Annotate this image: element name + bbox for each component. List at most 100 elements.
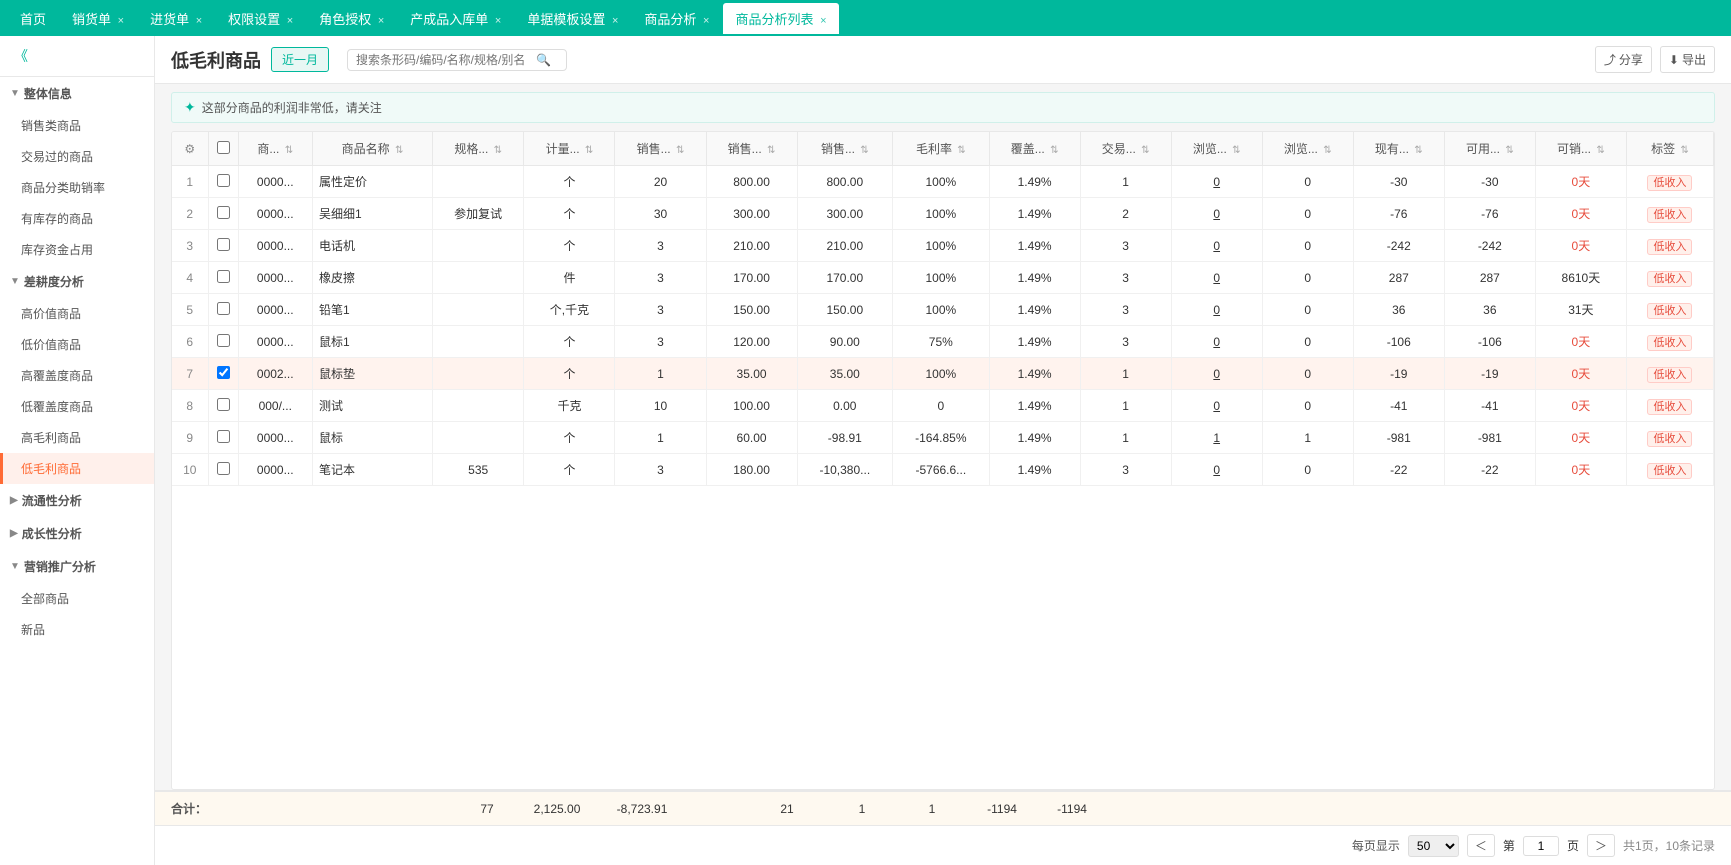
row-checkbox[interactable] <box>217 430 230 443</box>
export-btn[interactable]: ⬇ 导出 <box>1660 46 1715 73</box>
cell-checkbox[interactable] <box>208 358 238 390</box>
nav-role-auth[interactable]: 角色授权 × <box>307 3 396 34</box>
nav-permission-settings[interactable]: 权限设置 × <box>216 3 305 34</box>
col-views2[interactable]: 浏览... ⇅ <box>1262 132 1353 166</box>
sidebar-group-growth[interactable]: ▶ 成长性分析 <box>0 517 154 550</box>
nav-home[interactable]: 首页 <box>8 3 58 34</box>
sidebar-item-category-rate[interactable]: 商品分类助销率 <box>0 172 154 203</box>
nav-sales-order[interactable]: 销货单 × <box>60 3 136 34</box>
views-link[interactable]: 0 <box>1213 207 1220 221</box>
col-sale-amt[interactable]: 销售... ⇅ <box>706 132 797 166</box>
close-icon[interactable]: × <box>378 15 384 27</box>
sidebar-item-in-stock[interactable]: 有库存的商品 <box>0 203 154 234</box>
col-gross-rate[interactable]: 毛利率 ⇅ <box>893 132 990 166</box>
views-link[interactable]: 0 <box>1213 175 1220 189</box>
sidebar-item-all-products[interactable]: 全部商品 <box>0 583 154 614</box>
views-link[interactable]: 0 <box>1213 399 1220 413</box>
col-coverage[interactable]: 覆盖... ⇅ <box>989 132 1080 166</box>
col-sale-qty[interactable]: 销售... ⇅ <box>615 132 706 166</box>
sidebar-group-value-analysis[interactable]: ▼ 差耕度分析 <box>0 265 154 298</box>
col-settings[interactable]: ⚙ <box>172 132 208 166</box>
close-icon[interactable]: × <box>118 15 124 27</box>
cell-checkbox[interactable] <box>208 198 238 230</box>
col-sale-profit[interactable]: 销售... ⇅ <box>797 132 893 166</box>
col-views1[interactable]: 浏览... ⇅ <box>1171 132 1262 166</box>
prev-page-btn[interactable]: ＜ <box>1467 834 1495 857</box>
cell-views1[interactable]: 0 <box>1171 390 1262 422</box>
sidebar-item-high-coverage[interactable]: 高覆盖度商品 <box>0 360 154 391</box>
cell-views1[interactable]: 0 <box>1171 166 1262 198</box>
row-checkbox[interactable] <box>217 206 230 219</box>
cell-views1[interactable]: 0 <box>1171 358 1262 390</box>
cell-views1[interactable]: 0 <box>1171 454 1262 486</box>
close-icon[interactable]: × <box>703 15 709 27</box>
sidebar-item-high-value[interactable]: 高价值商品 <box>0 298 154 329</box>
sidebar-group-marketing[interactable]: ▼ 营销推广分析 <box>0 550 154 583</box>
cell-checkbox[interactable] <box>208 262 238 294</box>
nav-product-entry[interactable]: 产成品入库单 × <box>398 3 513 34</box>
col-current-stock[interactable]: 现有... ⇅ <box>1353 132 1444 166</box>
views-link[interactable]: 0 <box>1213 271 1220 285</box>
col-unit[interactable]: 计量... ⇅ <box>524 132 615 166</box>
col-name[interactable]: 商品名称 ⇅ <box>313 132 433 166</box>
views-link[interactable]: 1 <box>1213 431 1220 445</box>
search-icon[interactable]: 🔍 <box>536 53 551 67</box>
cell-views1[interactable]: 1 <box>1171 422 1262 454</box>
nav-product-analysis[interactable]: 商品分析 × <box>632 3 721 34</box>
nav-product-analysis-list[interactable]: 商品分析列表 × <box>723 3 838 34</box>
current-page-input[interactable] <box>1523 836 1559 856</box>
row-checkbox[interactable] <box>217 462 230 475</box>
sidebar-item-capital-usage[interactable]: 库存资金占用 <box>0 234 154 265</box>
share-btn[interactable]: ⤴ 分享 <box>1595 46 1652 73</box>
row-checkbox[interactable] <box>217 398 230 411</box>
cell-checkbox[interactable] <box>208 422 238 454</box>
row-checkbox[interactable] <box>217 302 230 315</box>
select-all-checkbox[interactable] <box>217 141 230 154</box>
sidebar-item-low-value[interactable]: 低价值商品 <box>0 329 154 360</box>
col-tag[interactable]: 标签 ⇅ <box>1626 132 1713 166</box>
cell-checkbox[interactable] <box>208 166 238 198</box>
row-checkbox[interactable] <box>217 238 230 251</box>
cell-views1[interactable]: 0 <box>1171 230 1262 262</box>
views-link[interactable]: 0 <box>1213 303 1220 317</box>
sidebar-group-overall[interactable]: ▼ 整体信息 <box>0 77 154 110</box>
col-spec[interactable]: 规格... ⇅ <box>432 132 523 166</box>
search-input[interactable] <box>356 53 536 67</box>
views-link[interactable]: 0 <box>1213 335 1220 349</box>
col-trade-count[interactable]: 交易... ⇅ <box>1080 132 1171 166</box>
row-checkbox[interactable] <box>217 366 230 379</box>
cell-views1[interactable]: 0 <box>1171 326 1262 358</box>
close-icon[interactable]: × <box>495 15 501 27</box>
nav-template-settings[interactable]: 单据模板设置 × <box>515 3 630 34</box>
settings-icon[interactable]: ⚙ <box>184 142 195 156</box>
cell-checkbox[interactable] <box>208 454 238 486</box>
cell-checkbox[interactable] <box>208 326 238 358</box>
next-page-btn[interactable]: ＞ <box>1587 834 1615 857</box>
close-icon[interactable]: × <box>820 15 826 27</box>
col-saleable-days[interactable]: 可销... ⇅ <box>1535 132 1626 166</box>
views-link[interactable]: 0 <box>1213 463 1220 477</box>
cell-checkbox[interactable] <box>208 390 238 422</box>
sidebar-item-new-products[interactable]: 新品 <box>0 614 154 645</box>
views-link[interactable]: 0 <box>1213 367 1220 381</box>
row-checkbox[interactable] <box>217 174 230 187</box>
nav-purchase-order[interactable]: 进货单 × <box>138 3 214 34</box>
close-icon[interactable]: × <box>287 15 293 27</box>
page-size-select[interactable]: 50 100 200 <box>1408 835 1459 857</box>
col-checkbox[interactable] <box>208 132 238 166</box>
row-checkbox[interactable] <box>217 334 230 347</box>
sidebar-item-low-margin[interactable]: 低毛利商品 <box>0 453 154 484</box>
row-checkbox[interactable] <box>217 270 230 283</box>
sidebar-collapse-btn[interactable]: 《 <box>10 42 32 70</box>
cell-views1[interactable]: 0 <box>1171 198 1262 230</box>
sidebar-group-circulation[interactable]: ▶ 流通性分析 <box>0 484 154 517</box>
col-code[interactable]: 商... ⇅ <box>238 132 313 166</box>
views-link[interactable]: 0 <box>1213 239 1220 253</box>
col-avail-stock[interactable]: 可用... ⇅ <box>1444 132 1535 166</box>
sidebar-item-low-coverage[interactable]: 低覆盖度商品 <box>0 391 154 422</box>
close-icon[interactable]: × <box>612 15 618 27</box>
cell-checkbox[interactable] <box>208 230 238 262</box>
sidebar-item-high-margin[interactable]: 高毛利商品 <box>0 422 154 453</box>
filter-recent-month-btn[interactable]: 近一月 <box>271 47 329 72</box>
cell-views1[interactable]: 0 <box>1171 262 1262 294</box>
